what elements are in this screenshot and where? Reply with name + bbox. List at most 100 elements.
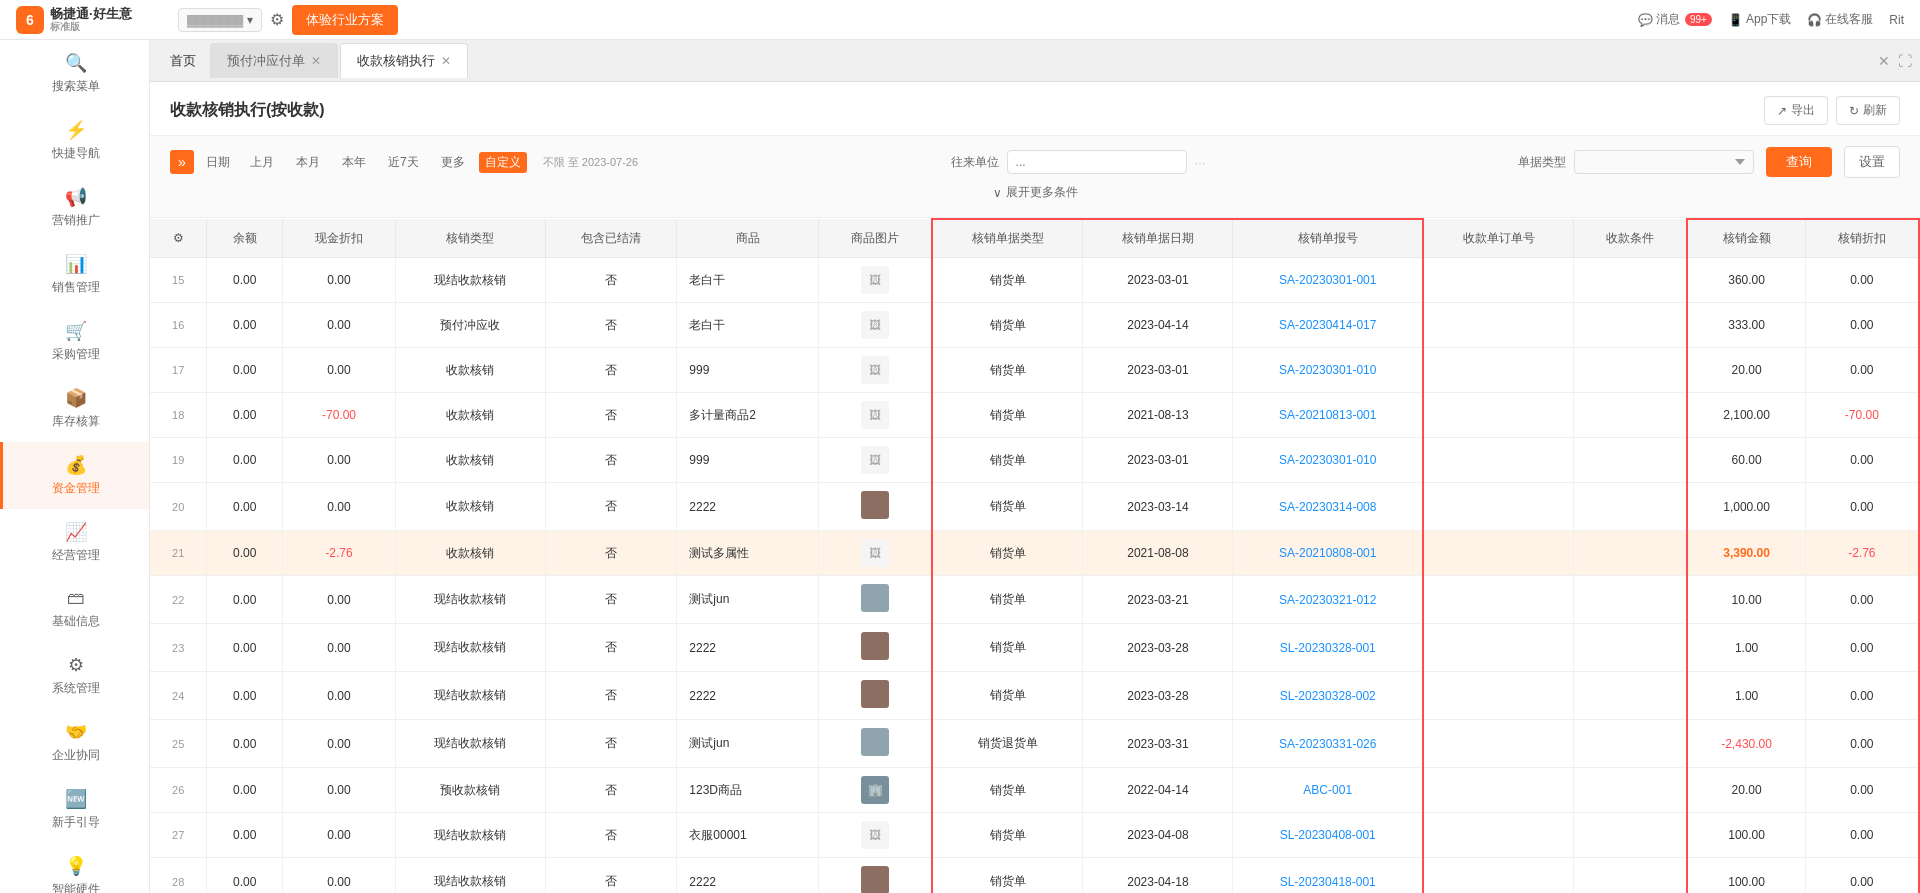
sidebar-item-quicknav[interactable]: ⚡ 快捷导航 [0, 107, 149, 174]
col-header-writeoff-discount: 核销折扣 [1805, 219, 1919, 258]
sidebar-item-collaboration[interactable]: 🤝 企业协同 [0, 709, 149, 776]
bill-type-select[interactable]: 销货单 销货退货单 [1574, 150, 1754, 174]
table-body: 150.000.00现结收款核销否老白干🖼销货单2023-03-01SA-202… [150, 258, 1919, 894]
row-number: 17 [150, 348, 207, 393]
bill-type-filter: 单据类型 销货单 销货退货单 [1518, 150, 1754, 174]
bill-report-no-link[interactable]: SA-20230331-026 [1279, 737, 1376, 751]
bill-report-no-link[interactable]: ABC-001 [1303, 783, 1352, 797]
include-settled-cell: 否 [545, 483, 676, 531]
sidebar-item-system[interactable]: ⚙ 系统管理 [0, 642, 149, 709]
goods-cell: 2222 [677, 624, 819, 672]
bill-report-no-link[interactable]: SA-20210808-001 [1279, 546, 1376, 560]
tab-close-all-icon[interactable]: ✕ [1878, 53, 1890, 69]
writeoff-discount-cell: 0.00 [1805, 258, 1919, 303]
bill-report-no-link[interactable]: SL-20230328-002 [1280, 689, 1376, 703]
col-header-goods: 商品 [677, 219, 819, 258]
settings-icon[interactable]: ⚙ [270, 10, 284, 29]
writeoff-amount-cell: 100.00 [1687, 813, 1805, 858]
col-header-bill-report-type: 核销单据类型 [932, 219, 1083, 258]
balance-cell: 0.00 [207, 348, 283, 393]
bill-report-no-link[interactable]: SL-20230408-001 [1280, 828, 1376, 842]
app-download-btn[interactable]: 📱 App下载 [1728, 11, 1791, 28]
balance-cell: 0.00 [207, 258, 283, 303]
date-this-month[interactable]: 本月 [288, 151, 328, 174]
bill-report-no-link[interactable]: SA-20230301-010 [1279, 363, 1376, 377]
bill-report-no-cell: SA-20230314-008 [1233, 483, 1423, 531]
table-row: 210.00-2.76收款核销否测试多属性🖼销货单2021-08-08SA-20… [150, 531, 1919, 576]
receipt-condition-cell [1574, 720, 1688, 768]
receipt-condition-cell [1574, 303, 1688, 348]
writeoff-discount-cell: 0.00 [1805, 813, 1919, 858]
bill-report-no-link[interactable]: SA-20230414-017 [1279, 318, 1376, 332]
col-header-cash-discount: 现金折扣 [283, 219, 396, 258]
balance-cell: 0.00 [207, 624, 283, 672]
app-logo: 6 畅捷通·好生意 标准版 [16, 6, 166, 34]
sidebar-item-newbie[interactable]: 🆕 新手引导 [0, 776, 149, 843]
query-btn[interactable]: 查询 [1766, 147, 1832, 177]
industry-btn[interactable]: 体验行业方案 [292, 5, 398, 35]
goods-img-cell: 🖼 [819, 531, 933, 576]
balance-cell: 0.00 [207, 483, 283, 531]
company-selector[interactable]: ▓▓▓▓▓▓▓ ▾ [178, 8, 262, 32]
bill-report-no-link[interactable]: SL-20230328-001 [1280, 641, 1376, 655]
col-header-bill-report-date: 核销单据日期 [1083, 219, 1233, 258]
sidebar-item-management[interactable]: 📈 经营管理 [0, 509, 149, 576]
writeoff-type-cell: 预收款核销 [395, 768, 545, 813]
include-settled-cell: 否 [545, 258, 676, 303]
writeoff-discount-cell: 0.00 [1805, 303, 1919, 348]
message-btn[interactable]: 💬 消息 99+ [1638, 11, 1712, 28]
export-btn[interactable]: ↗ 导出 [1764, 96, 1828, 125]
expand-more-btn[interactable]: ∨ 展开更多条件 [170, 178, 1900, 207]
filter-collapse-btn[interactable]: » [170, 150, 194, 174]
writeoff-type-cell: 现结收款核销 [395, 624, 545, 672]
col-header-receipt-order-no: 收款单订单号 [1423, 219, 1574, 258]
settings-btn[interactable]: 设置 [1844, 146, 1900, 178]
bill-report-no-cell: SA-20230301-010 [1233, 348, 1423, 393]
sidebar-item-hardware[interactable]: 💡 智能硬件 [0, 843, 149, 893]
row-number: 20 [150, 483, 207, 531]
tab-prepay[interactable]: 预付冲应付单 ✕ [210, 43, 338, 78]
tab-expand-icon[interactable]: ⛶ [1898, 53, 1912, 69]
sidebar-item-sales[interactable]: 📊 销售管理 [0, 241, 149, 308]
balance-cell: 0.00 [207, 438, 283, 483]
online-service-btn[interactable]: 🎧 在线客服 [1807, 11, 1873, 28]
mobile-icon: 📱 [1728, 13, 1743, 27]
bill-report-no-cell: SA-20210813-001 [1233, 393, 1423, 438]
date-custom[interactable]: 自定义 [479, 152, 527, 173]
date-7days[interactable]: 近7天 [380, 151, 427, 174]
hardware-icon: 💡 [65, 855, 87, 877]
balance-cell: 0.00 [207, 858, 283, 894]
partner-input[interactable] [1007, 150, 1187, 174]
sidebar-item-marketing[interactable]: 📢 营销推广 [0, 174, 149, 241]
tab-home[interactable]: 首页 [158, 44, 208, 78]
tab-writeoff[interactable]: 收款核销执行 ✕ [340, 43, 468, 78]
bill-report-no-link[interactable]: SL-20230418-001 [1280, 875, 1376, 889]
row-number: 23 [150, 624, 207, 672]
receipt-condition-cell [1574, 768, 1688, 813]
writeoff-amount-cell: 20.00 [1687, 768, 1805, 813]
user-area[interactable]: Rit [1889, 13, 1904, 27]
sidebar-item-inventory[interactable]: 📦 库存核算 [0, 375, 149, 442]
tab-writeoff-close[interactable]: ✕ [441, 54, 451, 68]
bill-report-no-link[interactable]: SA-20230314-008 [1279, 500, 1376, 514]
bill-report-no-link[interactable]: SA-20230321-012 [1279, 593, 1376, 607]
bill-report-no-link[interactable]: SA-20230301-001 [1279, 273, 1376, 287]
bill-report-no-cell: ABC-001 [1233, 768, 1423, 813]
bill-report-no-link[interactable]: SA-20210813-001 [1279, 408, 1376, 422]
date-more[interactable]: 更多 [433, 151, 473, 174]
writeoff-discount-cell: 0.00 [1805, 483, 1919, 531]
sidebar-item-purchase[interactable]: 🛒 采购管理 [0, 308, 149, 375]
sidebar-item-finance[interactable]: 💰 资金管理 [0, 442, 149, 509]
row-number: 18 [150, 393, 207, 438]
tab-prepay-close[interactable]: ✕ [311, 54, 321, 68]
bill-report-no-link[interactable]: SA-20230301-010 [1279, 453, 1376, 467]
sidebar-item-basic-info[interactable]: 🗃 基础信息 [0, 576, 149, 642]
refresh-btn[interactable]: ↻ 刷新 [1836, 96, 1900, 125]
receipt-condition-cell [1574, 672, 1688, 720]
goods-img-cell [819, 672, 933, 720]
sidebar-item-search[interactable]: 🔍 搜索菜单 [0, 40, 149, 107]
table-container[interactable]: ⚙ 余额 现金折扣 核销类型 包含已结清 商品 商品图片 核销单据类型 核销单据… [150, 218, 1920, 893]
date-last-month[interactable]: 上月 [242, 151, 282, 174]
top-bar-center: ▓▓▓▓▓▓▓ ▾ ⚙ 体验行业方案 [178, 5, 1626, 35]
date-this-year[interactable]: 本年 [334, 151, 374, 174]
